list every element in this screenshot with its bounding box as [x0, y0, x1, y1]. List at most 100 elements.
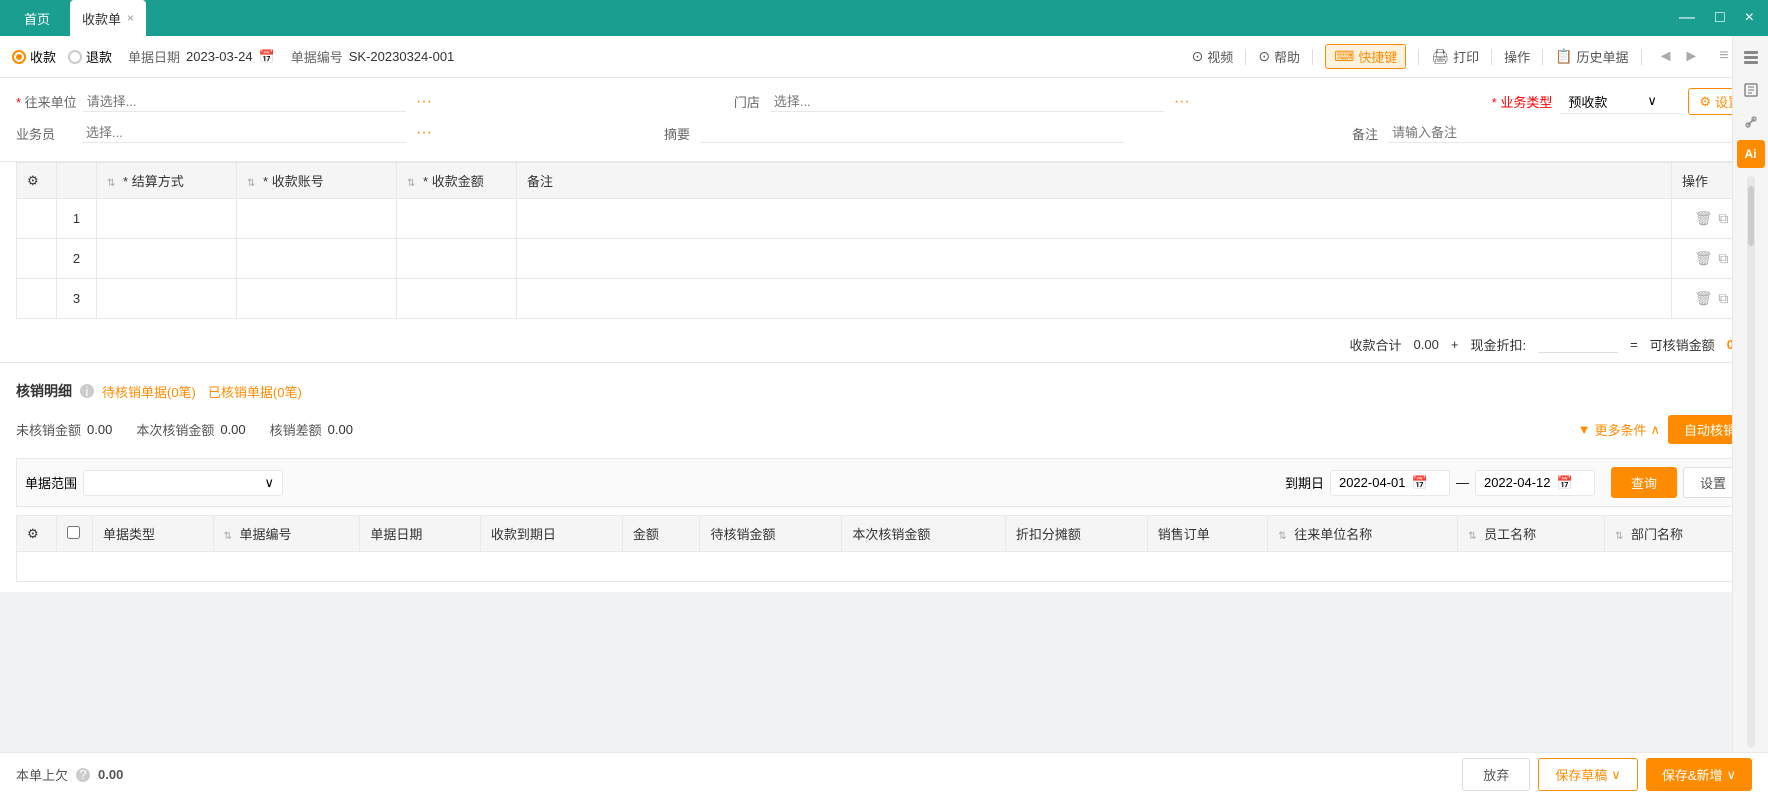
- td-account-3[interactable]: [237, 279, 397, 319]
- query-btn[interactable]: 查询: [1611, 467, 1677, 498]
- date-start-calendar-icon: 📅: [1411, 475, 1427, 491]
- writeoff-title: 核销明细: [16, 381, 72, 401]
- summary-input[interactable]: [700, 123, 1124, 143]
- select-all-checkbox[interactable]: [67, 526, 80, 539]
- help-btn[interactable]: ⊙ 帮助: [1258, 47, 1300, 66]
- bth-settings[interactable]: ⚙: [17, 516, 57, 552]
- due-date-label: 到期日: [1285, 473, 1324, 492]
- writeoff-stats-row: 未核销金额 0.00 本次核销金额 0.00 核销差额 0.00 ▼ 更多条件 …: [16, 409, 1752, 450]
- bth-pending: 待核销金额: [700, 516, 842, 552]
- bth-discount: 折扣分摊额: [1005, 516, 1147, 552]
- sidebar-scrollbar[interactable]: [1747, 176, 1755, 748]
- save-new-btn[interactable]: 保存&新增 ∨: [1646, 758, 1752, 791]
- td-amount-2[interactable]: [397, 239, 517, 279]
- td-amount-3[interactable]: [397, 279, 517, 319]
- store-input[interactable]: [770, 92, 1164, 112]
- td-method-2[interactable]: [97, 239, 237, 279]
- th-num: [57, 163, 97, 199]
- more-filter-btn[interactable]: ▼ 更多条件 ∧: [1578, 420, 1660, 439]
- bottom-table-empty-row: [17, 552, 1752, 582]
- tab-receipt-label: 收款单: [82, 9, 121, 28]
- video-btn[interactable]: ⊙ 视频: [1192, 47, 1234, 66]
- td-remark-2[interactable]: [517, 239, 1672, 279]
- delete-icon-2[interactable]: 🗑: [1695, 250, 1713, 267]
- video-icon: ⊙: [1192, 48, 1204, 65]
- action-btn[interactable]: 操作: [1504, 47, 1530, 66]
- td-account-2[interactable]: [237, 239, 397, 279]
- td-settings-3: [17, 279, 57, 319]
- copy-icon-1[interactable]: ⧉: [1718, 210, 1728, 227]
- delete-icon-3[interactable]: 🗑: [1695, 290, 1713, 307]
- bth-type: 单据类型: [93, 516, 214, 552]
- td-remark-3[interactable]: [517, 279, 1672, 319]
- date-calendar-icon[interactable]: 📅: [259, 49, 275, 65]
- staff-more-btn[interactable]: ···: [412, 124, 436, 142]
- pending-tab[interactable]: 待核销单据(0笔): [102, 382, 196, 401]
- th-settings[interactable]: ⚙: [17, 163, 57, 199]
- window-close-btn[interactable]: ×: [1739, 9, 1760, 27]
- range-select[interactable]: ∨: [83, 470, 283, 496]
- business-type-select[interactable]: 预收款 ∨: [1560, 90, 1680, 114]
- staff-input[interactable]: [82, 123, 406, 143]
- copy-icon-2[interactable]: ⧉: [1718, 250, 1728, 267]
- writeoff-section: 核销明细 i 待核销单据(0笔) 已核销单据(0笔) 未核销金额 0.00 本次…: [0, 371, 1768, 592]
- ai-label: Ai: [1745, 147, 1757, 161]
- shortcut-btn[interactable]: ⌨ 快捷键: [1325, 44, 1406, 69]
- right-sidebar: Ai: [1732, 36, 1768, 752]
- tab-receipt[interactable]: 收款单 ×: [70, 0, 146, 36]
- tab-close-icon[interactable]: ×: [127, 11, 134, 25]
- tab-home[interactable]: 首页: [8, 0, 66, 36]
- bottom-table-header: ⚙ 单据类型 ⇅ 单据编号 单据日期: [17, 516, 1752, 552]
- help-label: 帮助: [1274, 47, 1300, 66]
- history-btn[interactable]: 📋 历史单据: [1555, 47, 1628, 66]
- sidebar-icon-list[interactable]: [1737, 76, 1765, 104]
- sidebar-icon-link[interactable]: [1737, 108, 1765, 136]
- divider3: [1418, 49, 1419, 65]
- copy-icon-3[interactable]: ⧉: [1718, 290, 1728, 307]
- print-btn[interactable]: 🖨 打印: [1431, 47, 1479, 66]
- store-more-btn[interactable]: ···: [1170, 93, 1194, 111]
- current-stat: 本次核销金额 0.00: [136, 420, 245, 439]
- nav-right-btn[interactable]: ►: [1679, 46, 1703, 68]
- table-settings-icon: ⚙: [27, 173, 39, 188]
- completed-tab[interactable]: 已核销单据(0笔): [208, 382, 302, 401]
- sidebar-icon-ai[interactable]: Ai: [1737, 140, 1765, 168]
- writeoff-stats-left: 未核销金额 0.00 本次核销金额 0.00 核销差额 0.00: [16, 420, 353, 439]
- remarks-input[interactable]: [1388, 123, 1752, 143]
- top-toolbar: 收款 退款 单据日期 2023-03-24 📅 单据编号 SK-20230324…: [0, 36, 1768, 78]
- abandon-btn[interactable]: 放弃: [1462, 758, 1530, 791]
- sidebar-icon-table[interactable]: [1737, 44, 1765, 72]
- nav-left-btn[interactable]: ◄: [1654, 46, 1678, 68]
- date-start-input[interactable]: 2022-04-01 📅: [1330, 470, 1450, 496]
- toolbar-actions: ⊙ 视频 ⊙ 帮助 ⌨ 快捷键 🖨 打印 操作: [1192, 44, 1756, 69]
- td-method-1[interactable]: [97, 199, 237, 239]
- window-minimize-btn[interactable]: —: [1673, 9, 1701, 27]
- td-account-1[interactable]: [237, 199, 397, 239]
- divider2: [1312, 49, 1313, 65]
- td-method-3[interactable]: [97, 279, 237, 319]
- date-end-input[interactable]: 2022-04-12 📅: [1475, 470, 1595, 496]
- remarks-label: 备注: [1352, 124, 1382, 143]
- bth-sales-order: 销售订单: [1147, 516, 1268, 552]
- uncancelled-value: 0.00: [87, 422, 112, 437]
- layout1-btn[interactable]: ≡: [1715, 45, 1732, 69]
- bth-current: 本次核销金额: [842, 516, 1005, 552]
- counterpart-more-btn[interactable]: ···: [412, 93, 436, 111]
- writeoff-tabs: 待核销单据(0笔) 已核销单据(0笔): [102, 382, 302, 401]
- footer-info-icon[interactable]: ?: [76, 768, 90, 782]
- radio-refund[interactable]: 退款: [68, 47, 112, 66]
- counterpart-input[interactable]: [83, 92, 406, 112]
- window-maximize-btn[interactable]: □: [1709, 9, 1731, 27]
- writeoff-info-icon[interactable]: i: [80, 384, 94, 398]
- col-method-label: * 结算方式: [123, 174, 184, 189]
- td-remark-1[interactable]: [517, 199, 1672, 239]
- save-draft-btn[interactable]: 保存草稿 ∨: [1538, 758, 1638, 791]
- form-row-2: 业务员 ··· 摘要 备注: [16, 123, 1752, 143]
- date-field: 单据日期 2023-03-24 📅: [128, 47, 275, 66]
- radio-receipt[interactable]: 收款: [12, 47, 56, 66]
- discount-input[interactable]: [1538, 337, 1618, 353]
- delete-icon-1[interactable]: 🗑: [1695, 210, 1713, 227]
- save-new-label: 保存&新增: [1662, 765, 1723, 784]
- td-amount-1[interactable]: [397, 199, 517, 239]
- th-method: ⇅ * 结算方式: [97, 163, 237, 199]
